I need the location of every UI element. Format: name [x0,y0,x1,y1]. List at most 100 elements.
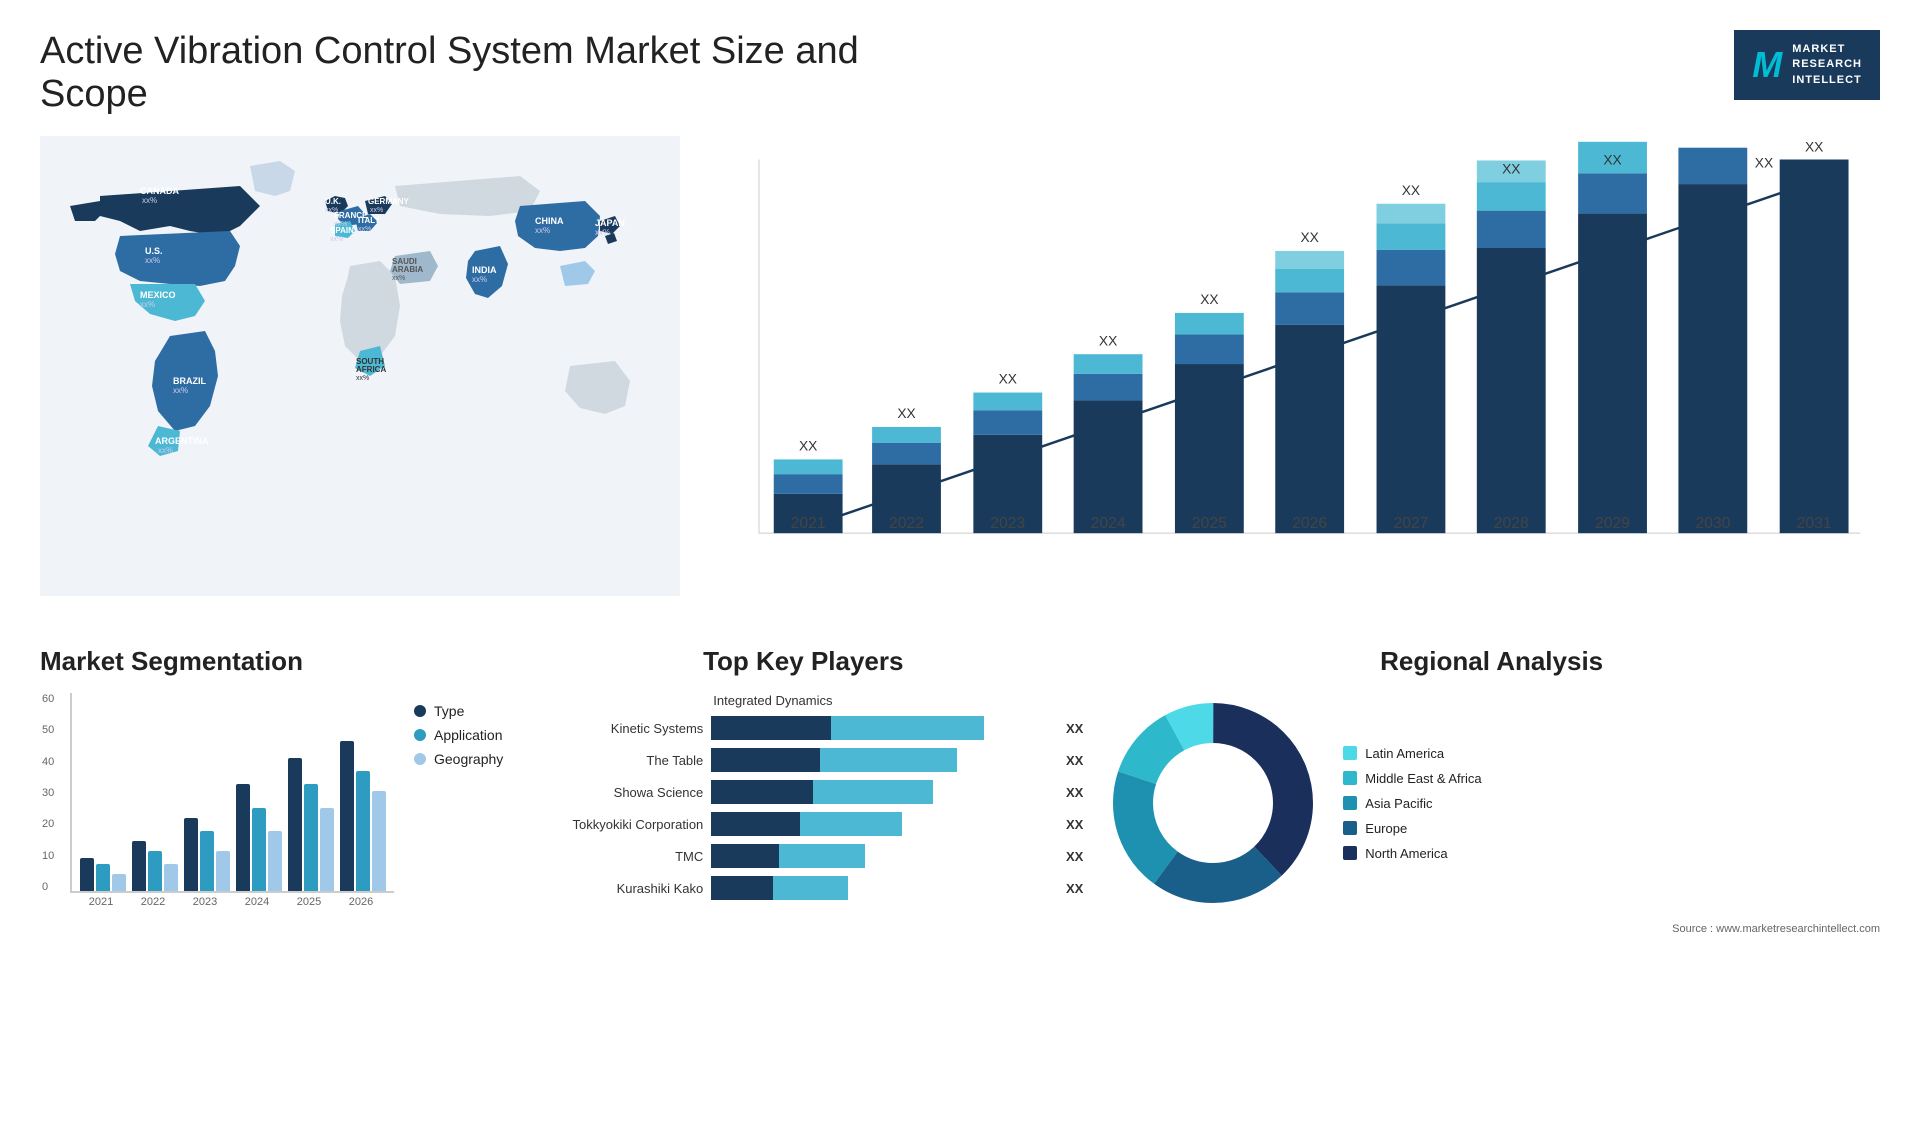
seg-bar-2022-type [132,841,146,891]
regional-content: Latin America Middle East & Africa Asia … [1103,693,1880,913]
usa-shape [115,231,240,286]
legend-color-middle-east [1343,771,1357,785]
seg-y-10: 10 [42,850,54,862]
seg-bar-2022-geo [164,864,178,891]
player-name-kinetic: Kinetic Systems [523,721,703,736]
seg-y-20: 20 [42,818,54,830]
legend-color-asia-pacific [1343,796,1357,810]
player-row-showa: Showa Science XX [523,780,1083,804]
svg-text:xx%: xx% [370,207,383,214]
seg-y-40: 40 [42,756,54,768]
page-header: Active Vibration Control System Market S… [40,30,1880,116]
world-map-svg: CANADA xx% U.S. xx% MEXICO xx% BRAZIL xx… [40,136,680,596]
svg-text:2029: 2029 [1595,515,1630,532]
mexico-label: MEXICO [140,290,176,300]
svg-text:xx%: xx% [472,275,487,284]
svg-text:XX: XX [1502,161,1520,176]
seg-bar-2021-type [80,858,94,891]
player-row-kinetic: Kinetic Systems XX [523,716,1083,740]
seg-bar-2024-geo [268,831,282,891]
regional-legend: Latin America Middle East & Africa Asia … [1343,746,1481,861]
legend-color-europe [1343,821,1357,835]
legend-item-middle-east: Middle East & Africa [1343,771,1481,786]
seg-bar-2024-type [236,784,250,891]
seg-bar-2023-app [200,831,214,891]
market-segmentation-section: Market Segmentation 60 50 40 30 20 10 0 [40,646,503,908]
player-name-tmc: TMC [523,849,703,864]
legend-color-latin-america [1343,746,1357,760]
logo-m-letter: M [1752,44,1782,86]
svg-text:xx%: xx% [173,386,188,395]
svg-text:2027: 2027 [1393,515,1428,532]
argentina-label: ARGENTINA [155,436,209,446]
map-section: CANADA xx% U.S. xx% MEXICO xx% BRAZIL xx… [40,136,680,616]
seg-legend-type: Type [414,703,503,719]
svg-text:XX: XX [1300,230,1318,245]
svg-text:2021: 2021 [791,515,826,532]
player-xx-tmc: XX [1066,849,1083,864]
svg-text:XX: XX [1603,152,1621,167]
logo-text: MARKET RESEARCH INTELLECT [1792,42,1862,88]
svg-text:xx%: xx% [145,256,160,265]
donut-chart [1103,693,1323,913]
legend-dot-type [414,705,426,717]
svg-text:XX: XX [999,372,1017,387]
player-row-tmc: TMC XX [523,844,1083,868]
svg-text:xx%: xx% [392,275,405,282]
player-xx-showa: XX [1066,785,1083,800]
bar-chart-section: 2021 XX 2022 XX 2023 XX 2024 XX 2025 [700,136,1880,616]
legend-dot-application [414,729,426,741]
svg-text:xx%: xx% [356,375,369,382]
seg-y-60: 60 [42,693,54,705]
top-row: CANADA xx% U.S. xx% MEXICO xx% BRAZIL xx… [40,136,1880,616]
svg-text:2025: 2025 [1192,515,1227,532]
donut-center [1155,745,1271,861]
svg-text:XX: XX [1200,292,1218,307]
seg-bar-2021-app [96,864,110,891]
seg-x-2021: 2021 [78,896,124,908]
spain-label: SPAIN [330,226,354,235]
svg-text:XX: XX [1099,333,1117,348]
seg-bar-2023-geo [216,851,230,891]
svg-text:XX: XX [897,406,915,421]
player-xx-table: XX [1066,753,1083,768]
player-xx-kurashiki: XX [1066,881,1083,896]
seg-bar-2022-app [148,851,162,891]
germany-label: GERMANY [368,197,410,206]
legend-item-asia-pacific: Asia Pacific [1343,796,1481,811]
china-label: CHINA [535,216,564,226]
legend-item-latin-america: Latin America [1343,746,1481,761]
seg-x-2024: 2024 [234,896,280,908]
key-players-title: Top Key Players [523,646,1083,677]
legend-item-north-america: North America [1343,846,1481,861]
svg-text:xx%: xx% [330,236,343,243]
japan-label: JAPAN [595,218,625,228]
regional-title: Regional Analysis [1103,646,1880,677]
legend-dot-geography [414,753,426,765]
integrated-dynamics-note: Integrated Dynamics [523,693,1083,708]
player-bar-table [711,748,1052,772]
seg-y-0: 0 [42,881,54,893]
source-text: Source : www.marketresearchintellect.com [1103,923,1880,935]
seg-bar-2024-app [252,808,266,891]
brazil-label: BRAZIL [173,376,206,386]
svg-text:2023: 2023 [990,515,1025,532]
market-seg-title: Market Segmentation [40,646,503,677]
growth-bar-chart: 2021 XX 2022 XX 2023 XX 2024 XX 2025 [700,136,1880,596]
svg-text:xx%: xx% [358,226,371,233]
logo-box: M MARKET RESEARCH INTELLECT [1734,30,1880,100]
india-label: INDIA [472,265,497,275]
player-name-tokkyokiki: Tokkyokiki Corporation [523,817,703,832]
svg-text:xx%: xx% [140,300,155,309]
player-bar-tmc [711,844,1052,868]
uk-label: U.K. [325,197,341,206]
svg-text:AFRICA: AFRICA [356,365,386,374]
player-name-table: The Table [523,753,703,768]
seg-legend: Type Application Geography [414,703,503,908]
svg-text:xx%: xx% [158,446,173,455]
logo-area: M MARKET RESEARCH INTELLECT [1734,30,1880,100]
svg-text:2026: 2026 [1292,515,1327,532]
legend-item-europe: Europe [1343,821,1481,836]
player-bar-kurashiki [711,876,1052,900]
svg-text:xx%: xx% [142,196,157,205]
